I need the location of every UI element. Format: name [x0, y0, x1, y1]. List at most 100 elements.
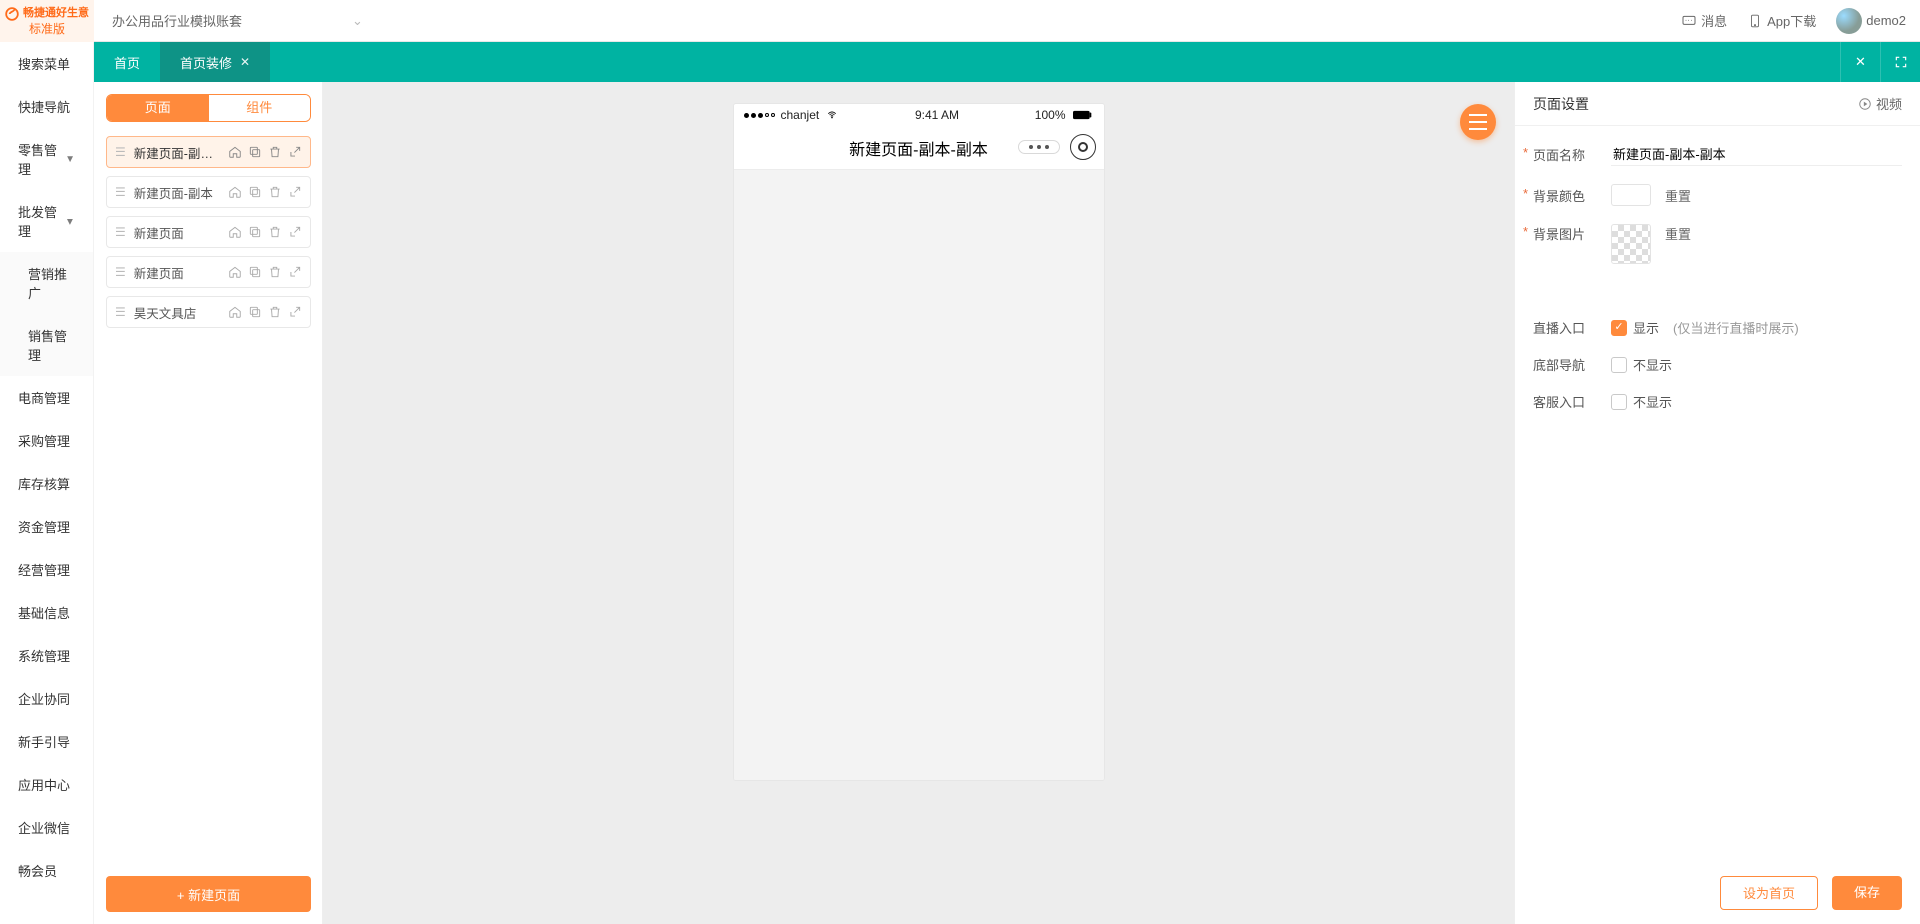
- logo[interactable]: 畅捷通好生意 标准版: [0, 0, 94, 42]
- caret-up-icon: ▲: [65, 216, 75, 227]
- page-card[interactable]: ☰ 昊天文具店: [106, 296, 311, 328]
- phone-navbar: 新建页面-副本-副本: [734, 126, 1104, 170]
- sidebar-item-marketing[interactable]: 营销推广: [0, 252, 93, 314]
- miniprogram-close[interactable]: [1070, 134, 1096, 160]
- chat-icon: [1681, 13, 1697, 29]
- tab-home-design[interactable]: 首页装修 ✕: [160, 42, 270, 82]
- sidebar-item-guide[interactable]: 新手引导: [0, 720, 93, 763]
- page-card[interactable]: ☰ 新建页面: [106, 216, 311, 248]
- fullscreen-button[interactable]: [1880, 42, 1920, 82]
- home-icon[interactable]: [228, 265, 242, 279]
- bottom-nav-label: 底部导航: [1533, 355, 1597, 374]
- sidebar-item-retail[interactable]: 零售管理▼: [0, 128, 93, 190]
- sidebar-item-collab[interactable]: 企业协同: [0, 677, 93, 720]
- sidebar-item-ecommerce[interactable]: 电商管理: [0, 376, 93, 419]
- drag-icon[interactable]: ☰: [115, 225, 126, 239]
- page-list-panel: 页面 组件 ☰ 新建页面-副本-...: [94, 82, 323, 924]
- segment-control: 页面 组件: [106, 94, 311, 122]
- bg-image-picker[interactable]: [1611, 224, 1651, 264]
- logo-icon: [5, 7, 19, 21]
- bg-color-label: 背景颜色: [1533, 186, 1597, 205]
- sidebar-item-purchase[interactable]: 采购管理: [0, 419, 93, 462]
- segment-page[interactable]: 页面: [107, 95, 209, 121]
- sidebar-item-appcenter[interactable]: 应用中心: [0, 763, 93, 806]
- sidebar-item-wechat[interactable]: 企业微信: [0, 806, 93, 849]
- settings-panel: 页面设置 视频 页面名称 背景颜色 重置: [1514, 82, 1920, 924]
- tenant-selector[interactable]: 办公用品行业模拟账套: [112, 11, 242, 30]
- copy-icon[interactable]: [248, 145, 262, 159]
- sidebar-item-search[interactable]: 搜索菜单: [0, 42, 93, 85]
- delete-icon[interactable]: [268, 265, 282, 279]
- home-icon[interactable]: [228, 185, 242, 199]
- home-icon[interactable]: [228, 225, 242, 239]
- sidebar-item-operation[interactable]: 经营管理: [0, 548, 93, 591]
- drag-icon[interactable]: ☰: [115, 305, 126, 319]
- export-icon[interactable]: [288, 145, 302, 159]
- video-help-link[interactable]: 视频: [1858, 94, 1902, 113]
- sidebar-item-basicinfo[interactable]: 基础信息: [0, 591, 93, 634]
- close-all-button[interactable]: ✕: [1840, 42, 1880, 82]
- copy-icon[interactable]: [248, 265, 262, 279]
- tab-strip: 首页 首页装修 ✕ ✕: [94, 42, 1920, 82]
- export-icon[interactable]: [288, 185, 302, 199]
- sidebar-item-sales[interactable]: 销售管理: [0, 314, 93, 376]
- set-home-button[interactable]: 设为首页: [1720, 876, 1818, 910]
- user-menu[interactable]: demo2: [1836, 8, 1906, 34]
- page-name-label: 页面名称: [1533, 145, 1597, 164]
- home-icon[interactable]: [228, 305, 242, 319]
- live-entry-checkbox[interactable]: 显示: [1611, 318, 1659, 337]
- sidebar-item-inventory[interactable]: 库存核算: [0, 462, 93, 505]
- sidebar-item-system[interactable]: 系统管理: [0, 634, 93, 677]
- sidebar-item-wholesale[interactable]: 批发管理▲: [0, 190, 93, 252]
- page-card[interactable]: ☰ 新建页面: [106, 256, 311, 288]
- phone-frame: chanjet 9:41 AM 100% 新建页面-副本-副本: [734, 104, 1104, 780]
- live-entry-label: 直播入口: [1533, 318, 1597, 337]
- fullscreen-icon: [1894, 55, 1908, 69]
- sidebar-item-quicknav[interactable]: 快捷导航: [0, 85, 93, 128]
- delete-icon[interactable]: [268, 185, 282, 199]
- export-icon[interactable]: [288, 305, 302, 319]
- close-icon[interactable]: ✕: [240, 55, 250, 69]
- kf-entry-checkbox[interactable]: 不显示: [1611, 392, 1672, 411]
- bottom-nav-checkbox[interactable]: 不显示: [1611, 355, 1672, 374]
- status-time: 9:41 AM: [915, 108, 959, 122]
- save-button[interactable]: 保存: [1832, 876, 1902, 910]
- new-page-button[interactable]: + 新建页面: [106, 876, 311, 912]
- copy-icon[interactable]: [248, 305, 262, 319]
- bg-image-reset[interactable]: 重置: [1665, 224, 1691, 243]
- brand-name: 畅捷通好生意: [23, 8, 89, 19]
- drag-icon[interactable]: ☰: [115, 265, 126, 279]
- delete-icon[interactable]: [268, 305, 282, 319]
- copy-icon[interactable]: [248, 225, 262, 239]
- bg-image-label: 背景图片: [1533, 224, 1597, 243]
- miniprogram-menu[interactable]: [1018, 140, 1060, 154]
- drag-icon[interactable]: ☰: [115, 145, 126, 159]
- page-name-input[interactable]: [1611, 142, 1902, 166]
- panel-toggle-button[interactable]: [1460, 104, 1496, 140]
- wifi-icon: [825, 110, 839, 120]
- page-title: 新建页面-副本-副本: [849, 136, 988, 160]
- messages-link[interactable]: 消息: [1681, 11, 1727, 30]
- battery-icon: [1072, 110, 1094, 120]
- page-card[interactable]: ☰ 新建页面-副本-...: [106, 136, 311, 168]
- delete-icon[interactable]: [268, 225, 282, 239]
- tab-home[interactable]: 首页: [94, 42, 160, 82]
- status-bar: chanjet 9:41 AM 100%: [734, 104, 1104, 126]
- export-icon[interactable]: [288, 265, 302, 279]
- page-card[interactable]: ☰ 新建页面-副本: [106, 176, 311, 208]
- bg-color-swatch[interactable]: [1611, 184, 1651, 206]
- segment-component[interactable]: 组件: [209, 95, 311, 121]
- export-icon[interactable]: [288, 225, 302, 239]
- sidebar-item-finance[interactable]: 资金管理: [0, 505, 93, 548]
- app-download-link[interactable]: App下载: [1747, 11, 1816, 30]
- home-icon[interactable]: [228, 145, 242, 159]
- delete-icon[interactable]: [268, 145, 282, 159]
- brand-sub: 标准版: [29, 23, 65, 35]
- checkbox-icon: [1611, 394, 1627, 410]
- bg-color-reset[interactable]: 重置: [1665, 186, 1691, 205]
- sidebar-item-member[interactable]: 畅会员: [0, 849, 93, 892]
- drag-icon[interactable]: ☰: [115, 185, 126, 199]
- copy-icon[interactable]: [248, 185, 262, 199]
- play-icon: [1858, 97, 1872, 111]
- phone-icon: [1747, 13, 1763, 29]
